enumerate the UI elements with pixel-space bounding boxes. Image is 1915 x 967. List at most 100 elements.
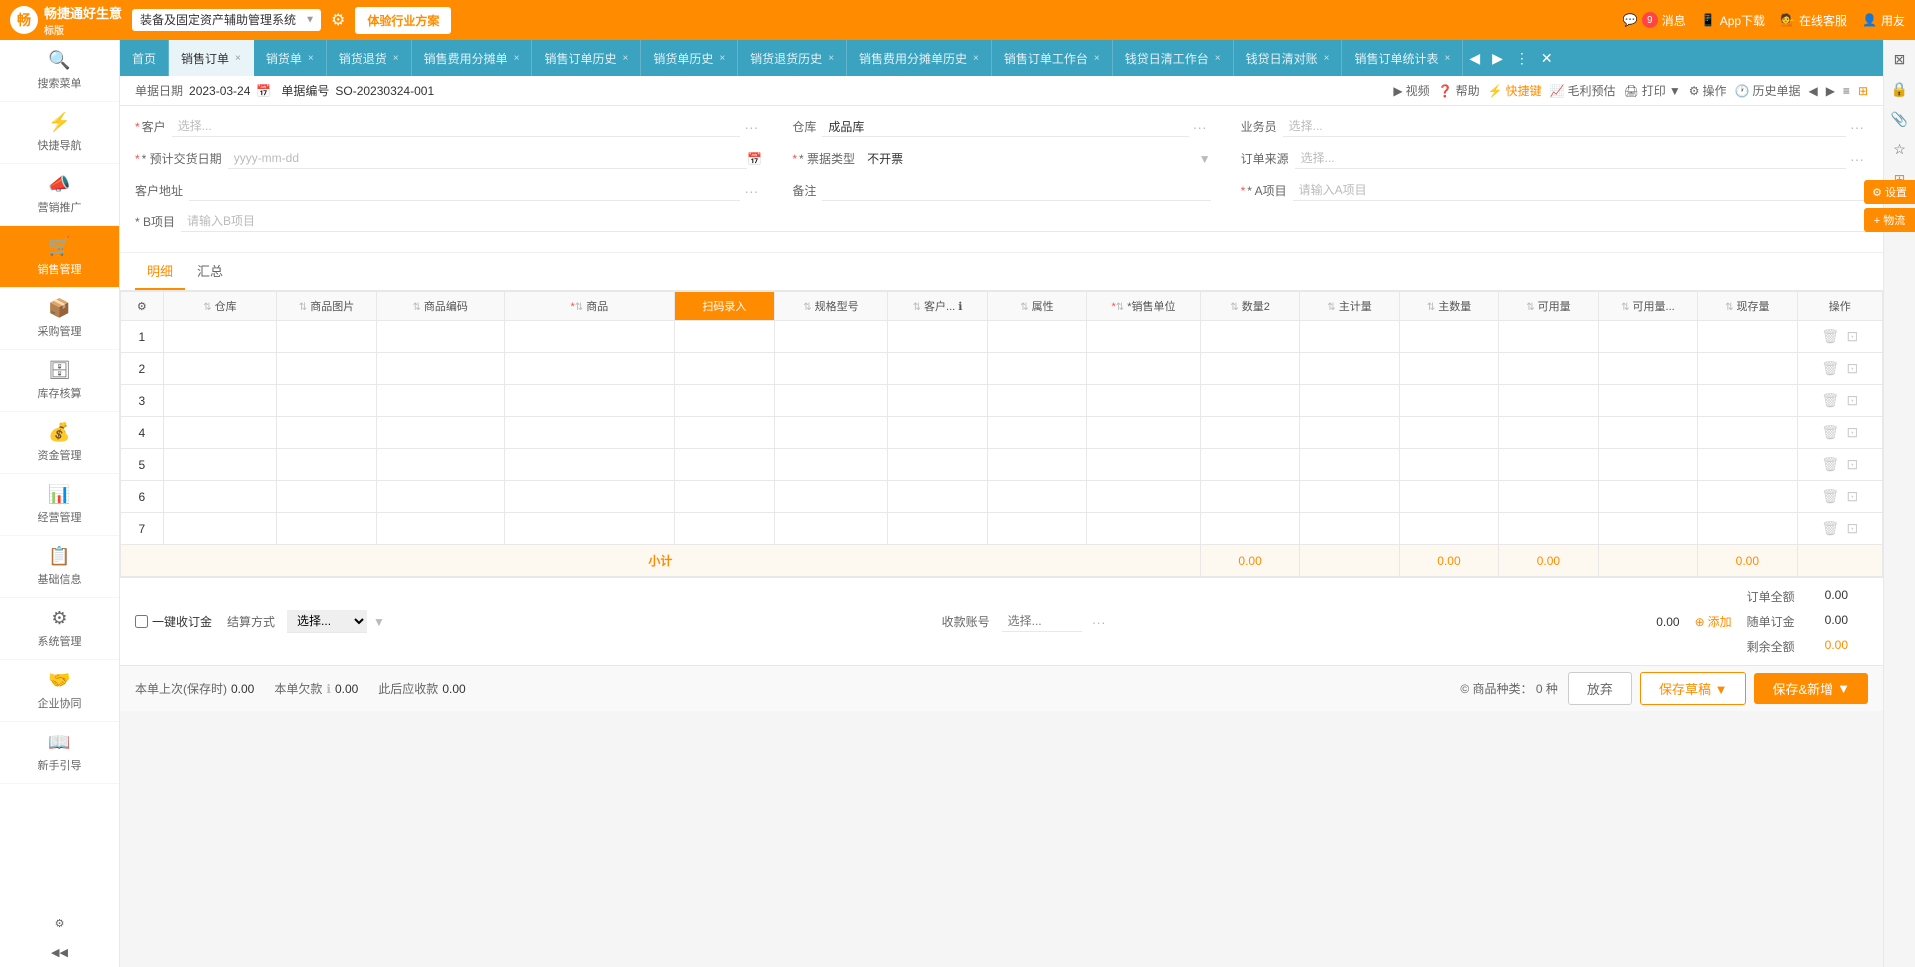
tab-return-hist-close[interactable]: × xyxy=(828,53,834,64)
order-source-input[interactable] xyxy=(1295,148,1846,169)
row-2-spec[interactable] xyxy=(774,353,888,385)
tab-home[interactable]: 首页 xyxy=(120,40,169,76)
right-icon-3[interactable]: 📎 xyxy=(1886,105,1914,133)
row-7-code[interactable] xyxy=(376,513,504,545)
row-6-copy[interactable]: ⊡ xyxy=(1844,488,1860,504)
system-select[interactable]: 装备及固定资产辅助管理系统 xyxy=(132,9,321,31)
tab-invoice-hist-close[interactable]: × xyxy=(719,53,725,64)
row-1-main-unit[interactable] xyxy=(1300,321,1399,353)
row-5-spec[interactable] xyxy=(774,449,888,481)
row-7-main-qty[interactable] xyxy=(1399,513,1498,545)
row-2-warehouse[interactable] xyxy=(163,353,277,385)
tab-fee-close[interactable]: × xyxy=(514,53,520,64)
row-2-main-unit[interactable] xyxy=(1300,353,1399,385)
th-code[interactable]: ⇅ 商品编码 xyxy=(376,292,504,321)
discard-btn[interactable]: 放弃 xyxy=(1568,672,1632,705)
tab-return[interactable]: 销货退货 × xyxy=(327,40,412,76)
list-view-btn[interactable]: ≡ xyxy=(1843,84,1850,98)
row-5-customer-code[interactable] xyxy=(888,449,987,481)
row-5-available2[interactable] xyxy=(1598,449,1697,481)
sidebar-item-purchase[interactable]: 📦 采购管理 xyxy=(0,288,119,350)
right-icon-2[interactable]: 🔒 xyxy=(1886,75,1914,103)
row-4-copy[interactable]: ⊡ xyxy=(1844,424,1860,440)
row-7-spec[interactable] xyxy=(774,513,888,545)
row-5-image[interactable] xyxy=(277,449,376,481)
settings-panel-btn[interactable]: ⚙ 设置 xyxy=(1864,180,1883,204)
delivery-calendar-icon[interactable]: 📅 xyxy=(747,152,762,166)
delivery-date-input[interactable] xyxy=(228,148,748,169)
row-4-attr[interactable] xyxy=(987,417,1086,449)
th-barcode[interactable]: 扫码录入 xyxy=(675,292,774,321)
tab-fee-hist[interactable]: 销售费用分摊单历史 × xyxy=(847,40,992,76)
row-7-attr[interactable] xyxy=(987,513,1086,545)
save-new-dropdown-icon[interactable]: ▼ xyxy=(1837,681,1850,696)
th-settings[interactable]: ⚙ xyxy=(121,292,164,321)
row-1-delete[interactable]: 🗑 xyxy=(1819,328,1841,344)
sidebar-footer-collapse[interactable]: ◀◀ xyxy=(0,938,119,967)
th-main-unit[interactable]: ⇅ 主计量 xyxy=(1300,292,1399,321)
row-4-barcode[interactable] xyxy=(675,417,774,449)
row-7-main-unit[interactable] xyxy=(1300,513,1399,545)
row-2-barcode[interactable] xyxy=(675,353,774,385)
video-btn[interactable]: ▶ 视频 xyxy=(1393,82,1429,99)
row-5-copy[interactable]: ⊡ xyxy=(1844,456,1860,472)
row-4-spec[interactable] xyxy=(774,417,888,449)
row-1-main-qty[interactable] xyxy=(1399,321,1498,353)
row-1-image[interactable] xyxy=(277,321,376,353)
row-5-unit[interactable] xyxy=(1087,449,1201,481)
row-6-warehouse[interactable] xyxy=(163,481,277,513)
print-dropdown[interactable]: ▼ xyxy=(1669,84,1681,98)
th-unit[interactable]: ⇅ *销售单位 xyxy=(1087,292,1201,321)
row-1-unit[interactable] xyxy=(1087,321,1201,353)
save-draft-btn[interactable]: 保存草稿 ▼ xyxy=(1640,672,1747,705)
row-4-unit[interactable] xyxy=(1087,417,1201,449)
row-3-image[interactable] xyxy=(277,385,376,417)
row-1-warehouse[interactable] xyxy=(163,321,277,353)
row-6-main-unit[interactable] xyxy=(1300,481,1399,513)
row-3-available[interactable] xyxy=(1499,385,1598,417)
tab-order-hist[interactable]: 销售订单历史 × xyxy=(532,40,641,76)
row-7-copy[interactable]: ⊡ xyxy=(1844,520,1860,536)
row-5-current[interactable] xyxy=(1698,449,1797,481)
row-6-unit[interactable] xyxy=(1087,481,1201,513)
tab-stats[interactable]: 销售订单统计表 × xyxy=(1342,40,1463,76)
row-2-code[interactable] xyxy=(376,353,504,385)
row-4-warehouse[interactable] xyxy=(163,417,277,449)
tab-sales-invoice[interactable]: 销货单 × xyxy=(254,40,327,76)
tab-workbench-close[interactable]: × xyxy=(1094,53,1100,64)
row-3-code[interactable] xyxy=(376,385,504,417)
sidebar-item-guide[interactable]: 📖 新手引导 xyxy=(0,722,119,784)
sidebar-item-operation[interactable]: 📊 经营管理 xyxy=(0,474,119,536)
payment-method-select[interactable]: 选择... xyxy=(287,610,367,633)
row-1-available2[interactable] xyxy=(1598,321,1697,353)
tab-close-all-btn[interactable]: ✕ xyxy=(1535,50,1559,67)
address-dots[interactable]: ··· xyxy=(740,183,762,199)
row-2-available2[interactable] xyxy=(1598,353,1697,385)
tab-next-btn[interactable]: ▶ xyxy=(1486,50,1509,67)
row-6-customer-code[interactable] xyxy=(888,481,987,513)
row-5-attr[interactable] xyxy=(987,449,1086,481)
row-5-code[interactable] xyxy=(376,449,504,481)
row-7-unit[interactable] xyxy=(1087,513,1201,545)
row-1-copy[interactable]: ⊡ xyxy=(1844,328,1860,344)
th-available[interactable]: ⇅ 可用量 xyxy=(1499,292,1598,321)
row-5-main-qty[interactable] xyxy=(1399,449,1498,481)
tab-reconcile[interactable]: 钱贷日清对账 × xyxy=(1234,40,1343,76)
row-2-image[interactable] xyxy=(277,353,376,385)
one-click-checkbox[interactable] xyxy=(135,615,148,628)
account-dots[interactable]: ··· xyxy=(1088,614,1110,630)
row-1-product[interactable] xyxy=(504,321,675,353)
row-5-available[interactable] xyxy=(1499,449,1598,481)
history-btn[interactable]: 🕐 历史单据 xyxy=(1734,82,1800,99)
row-2-available[interactable] xyxy=(1499,353,1598,385)
th-spec[interactable]: ⇅ 规格型号 xyxy=(774,292,888,321)
tab-workbench[interactable]: 销售订单工作台 × xyxy=(992,40,1113,76)
tab-stats-close[interactable]: × xyxy=(1444,53,1450,64)
tab-daily-workbench[interactable]: 钱贷日清工作台 × xyxy=(1113,40,1234,76)
tab-prev-btn[interactable]: ◀ xyxy=(1463,50,1486,67)
sidebar-footer-settings[interactable]: ⚙ xyxy=(0,909,119,938)
tab-sales-order[interactable]: 销售订单 × xyxy=(169,40,254,76)
row-2-product[interactable] xyxy=(504,353,675,385)
row-7-warehouse[interactable] xyxy=(163,513,277,545)
row-7-product[interactable] xyxy=(504,513,675,545)
